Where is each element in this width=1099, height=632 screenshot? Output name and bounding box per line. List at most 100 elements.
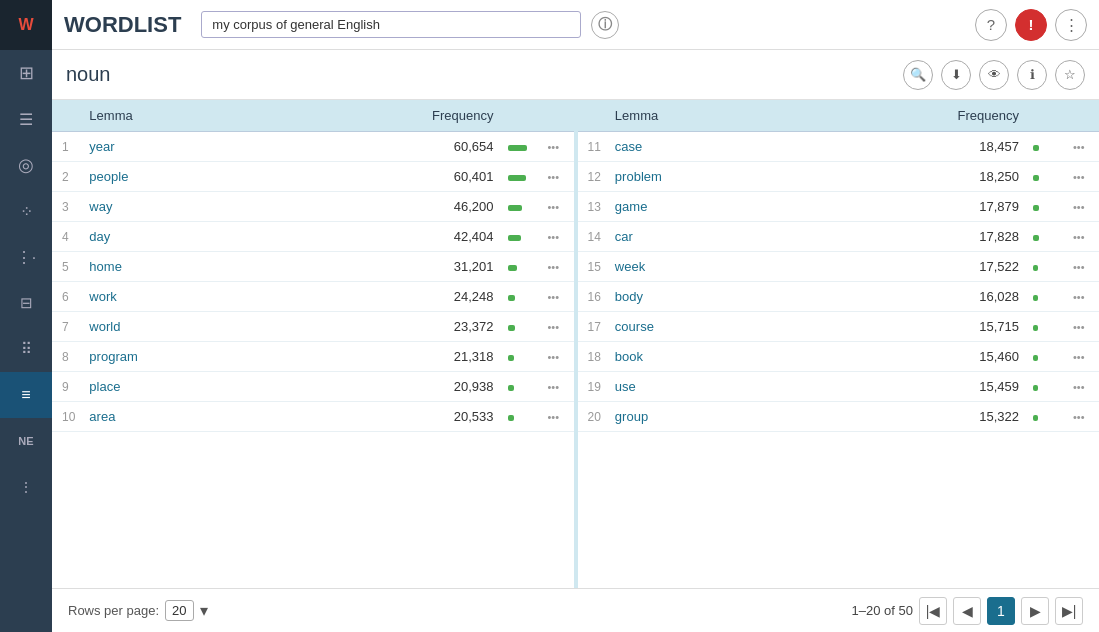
eye-button[interactable]: 👁 [979,60,1009,90]
lemma-cell[interactable]: place [79,372,273,402]
sidebar-item-grid[interactable]: ⊟ [0,280,52,326]
lemma-cell[interactable]: car [605,222,796,252]
info-button[interactable]: ℹ [1017,60,1047,90]
alert-button[interactable]: ! [1015,9,1047,41]
eye-icon: 👁 [988,67,1001,82]
more-options-button[interactable]: ••• [544,282,574,312]
lemma-cell[interactable]: day [79,222,273,252]
freq-bar [508,295,516,301]
more-options-button[interactable]: ••• [544,252,574,282]
bar-cell [1029,372,1069,402]
sub-header: noun 🔍 ⬇ 👁 ℹ ☆ [52,50,1099,100]
lemma-cell[interactable]: year [79,132,273,162]
more-options-button[interactable]: ••• [544,132,574,162]
freq-bar [1033,205,1039,211]
search-button[interactable]: 🔍 [903,60,933,90]
last-page-button[interactable]: ▶| [1055,597,1083,625]
more-options-button[interactable]: ••• [1069,402,1099,432]
freq-bar [508,265,518,271]
sidebar-item-nodes[interactable]: ⁘ [0,188,52,234]
lemma-cell[interactable]: area [79,402,273,432]
sidebar-item-list[interactable]: ☰ [0,96,52,142]
bar-cell [1029,192,1069,222]
lemma-cell[interactable]: program [79,342,273,372]
dashboard-icon: ⊞ [19,62,34,84]
more-options-button[interactable]: ••• [1069,192,1099,222]
prev-page-button[interactable]: ◀ [953,597,981,625]
help-button[interactable]: ? [975,9,1007,41]
sidebar-item-circle[interactable]: ◎ [0,142,52,188]
more-options-button[interactable]: ••• [1069,132,1099,162]
more-options-button[interactable]: ••• [1069,372,1099,402]
sidebar-item-apps[interactable]: ⠿ [0,326,52,372]
lemma-cell[interactable]: game [605,192,796,222]
lemma-cell[interactable]: people [79,162,273,192]
ne-icon: NE [18,435,33,447]
first-page-button[interactable]: |◀ [919,597,947,625]
first-page-icon: |◀ [926,603,941,619]
sidebar-item-dashboard[interactable]: ⊞ [0,50,52,96]
freq-bar [1033,325,1038,331]
sidebar-logo[interactable]: W [0,0,52,50]
page-size-dropdown[interactable]: ▾ [200,601,208,620]
more-options-button[interactable]: ••• [544,312,574,342]
row-number: 18 [578,342,605,372]
lemma-cell[interactable]: course [605,312,796,342]
table-row: 16 body 16,028 ••• [578,282,1100,312]
more-options-button[interactable]: ••• [1069,342,1099,372]
table-row: 20 group 15,322 ••• [578,402,1100,432]
bar-cell [1029,222,1069,252]
sidebar-item-wordlist[interactable]: ≡ [0,372,52,418]
freq-cell: 17,522 [796,252,1029,282]
lemma-cell[interactable]: work [79,282,273,312]
lemma-cell[interactable]: book [605,342,796,372]
left-col-num-header [52,100,79,132]
current-page-button[interactable]: 1 [987,597,1015,625]
more-options-button[interactable]: ••• [544,372,574,402]
next-page-button[interactable]: ▶ [1021,597,1049,625]
sub-actions: 🔍 ⬇ 👁 ℹ ☆ [903,60,1085,90]
lemma-cell[interactable]: home [79,252,273,282]
more-options-button[interactable]: ••• [1069,222,1099,252]
more-options-button[interactable]: ••• [544,222,574,252]
row-number: 19 [578,372,605,402]
freq-bar [508,355,515,361]
lemma-cell[interactable]: case [605,132,796,162]
row-number: 7 [52,312,79,342]
lemma-cell[interactable]: world [79,312,273,342]
star-button[interactable]: ☆ [1055,60,1085,90]
more-options-button[interactable]: ••• [1069,162,1099,192]
lemma-cell[interactable]: week [605,252,796,282]
more-options-button[interactable]: ••• [544,192,574,222]
more-options-button[interactable]: ••• [544,162,574,192]
freq-bar [1033,265,1038,271]
left-table-panel: Lemma Frequency 1 year 60,654 ••• 2 peop… [52,100,578,588]
more-options-button[interactable]: ••• [544,342,574,372]
more-options-button[interactable]: ••• [1069,252,1099,282]
lemma-cell[interactable]: way [79,192,273,222]
freq-cell: 18,457 [796,132,1029,162]
freq-cell: 31,201 [273,252,503,282]
pos-label: noun [66,63,111,86]
footer-pagination: Rows per page: 20 ▾ 1–20 of 50 |◀ ◀ 1 ▶ … [52,588,1099,632]
more-options-button[interactable]: ••• [544,402,574,432]
table-row: 10 area 20,533 ••• [52,402,574,432]
lemma-cell[interactable]: problem [605,162,796,192]
sidebar-item-numlist[interactable]: ⋮ [0,464,52,510]
logo-icon: W [18,16,33,34]
sidebar-item-dotlist[interactable]: ⋮∙ [0,234,52,280]
corpus-info-button[interactable]: ⓘ [591,11,619,39]
download-button[interactable]: ⬇ [941,60,971,90]
more-options-button[interactable]: ••• [1069,312,1099,342]
bar-cell [504,162,544,192]
more-icon: ⋮ [1064,16,1079,34]
freq-bar [1033,355,1038,361]
lemma-cell[interactable]: group [605,402,796,432]
lemma-cell[interactable]: use [605,372,796,402]
freq-bar [1033,295,1038,301]
corpus-input[interactable] [201,11,581,38]
sidebar-item-ne[interactable]: NE [0,418,52,464]
more-options-button[interactable]: ••• [1069,282,1099,312]
lemma-cell[interactable]: body [605,282,796,312]
more-button[interactable]: ⋮ [1055,9,1087,41]
